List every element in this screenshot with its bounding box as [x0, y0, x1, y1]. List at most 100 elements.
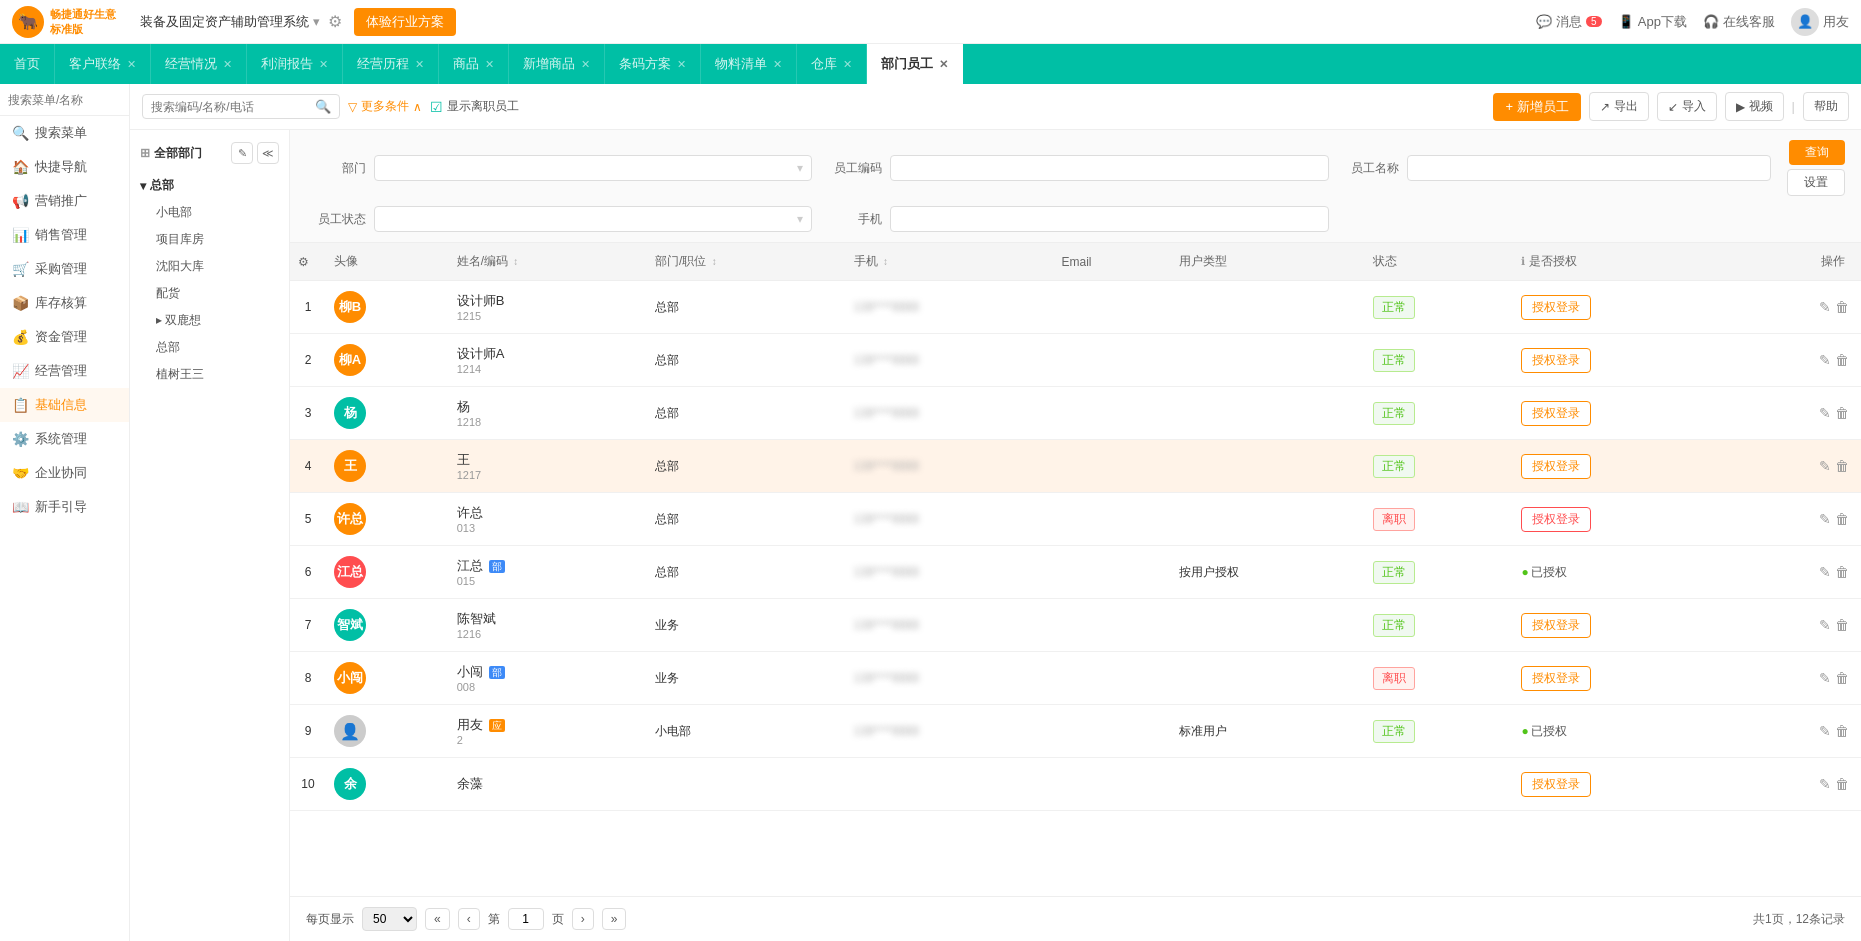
- sidebar-item-search[interactable]: 🔍搜索菜单: [0, 116, 129, 150]
- first-page-button[interactable]: «: [425, 908, 450, 930]
- dept-item-小电部[interactable]: 小电部: [130, 199, 289, 226]
- online-service-button[interactable]: 🎧 在线客服: [1703, 13, 1775, 31]
- filter-status-select[interactable]: ▾: [374, 206, 812, 232]
- edit-button[interactable]: ✎: [1819, 299, 1831, 315]
- cell-name: 杨1218: [449, 387, 647, 440]
- dept-root-item[interactable]: ▾ 总部: [130, 172, 289, 199]
- app-icon: 📱: [1618, 14, 1634, 29]
- edit-button[interactable]: ✎: [1819, 670, 1831, 686]
- auth-button[interactable]: 授权登录: [1521, 295, 1591, 320]
- cell-user-type: [1171, 440, 1365, 493]
- dept-item-总部[interactable]: 总部: [130, 334, 289, 361]
- sidebar-item-purchase[interactable]: 🛒采购管理: [0, 252, 129, 286]
- reset-button[interactable]: 设置: [1787, 169, 1845, 196]
- filter-emp-code-input[interactable]: [890, 155, 1328, 181]
- nav-tab-商品[interactable]: 商品✕: [439, 44, 509, 84]
- dept-item-沈阳大库[interactable]: 沈阳大库: [130, 253, 289, 280]
- delete-button[interactable]: 🗑: [1835, 458, 1849, 474]
- delete-button[interactable]: 🗑: [1835, 670, 1849, 686]
- content-area: ⊞ 全部部门 ✎ ≪ ▾ 总部 小电部项目库房沈阳大库配货▸ 双鹿想总部植树王三: [130, 130, 1861, 941]
- delete-button[interactable]: 🗑: [1835, 564, 1849, 580]
- filter-emp-name-input[interactable]: [1407, 155, 1771, 181]
- next-page-button[interactable]: ›: [572, 908, 594, 930]
- edit-button[interactable]: ✎: [1819, 511, 1831, 527]
- sidebar-menu: 🔍搜索菜单🏠快捷导航📢营销推广📊销售管理🛒采购管理📦库存核算💰资金管理📈经营管理…: [0, 116, 129, 524]
- export-button[interactable]: ↗ 导出: [1589, 92, 1649, 121]
- filter-dept-select[interactable]: ▾: [374, 155, 812, 181]
- dept-item-双鹿想[interactable]: ▸ 双鹿想: [130, 307, 289, 334]
- nav-tab-经营历程[interactable]: 经营历程✕: [343, 44, 439, 84]
- message-button[interactable]: 💬 消息 5: [1536, 13, 1602, 31]
- sidebar-item-system[interactable]: ⚙️系统管理: [0, 422, 129, 456]
- page-number-input[interactable]: [508, 908, 544, 930]
- more-filter-button[interactable]: ▽ 更多条件 ∧: [348, 98, 422, 115]
- edit-button[interactable]: ✎: [1819, 458, 1831, 474]
- trial-button[interactable]: 体验行业方案: [354, 8, 456, 36]
- nav-tab-仓库[interactable]: 仓库✕: [797, 44, 867, 84]
- auth-button[interactable]: 授权登录: [1521, 613, 1591, 638]
- auth-button[interactable]: 授权登录: [1521, 348, 1591, 373]
- sidebar-item-operation[interactable]: 📈经营管理: [0, 354, 129, 388]
- edit-button[interactable]: ✎: [1819, 564, 1831, 580]
- sidebar-item-marketing[interactable]: 📢营销推广: [0, 184, 129, 218]
- page-size-select[interactable]: 50 100 200: [362, 907, 417, 931]
- dept-edit-icon[interactable]: ✎: [231, 142, 253, 164]
- cell-ops: ✎🗑: [1733, 599, 1861, 652]
- view-button[interactable]: ▶ 视频: [1725, 92, 1784, 121]
- edit-button[interactable]: ✎: [1819, 352, 1831, 368]
- dept-item-植树王三[interactable]: 植树王三: [130, 361, 289, 388]
- filter-emp-code: 员工编码: [822, 140, 1328, 196]
- help-button[interactable]: 帮助: [1803, 92, 1849, 121]
- edit-button[interactable]: ✎: [1819, 617, 1831, 633]
- sidebar-item-shortcut[interactable]: 🏠快捷导航: [0, 150, 129, 184]
- sidebar-item-sales[interactable]: 📊销售管理: [0, 218, 129, 252]
- nav-tab-经营情况[interactable]: 经营情况✕: [151, 44, 247, 84]
- dept-item-配货[interactable]: 配货: [130, 280, 289, 307]
- edit-button[interactable]: ✎: [1819, 405, 1831, 421]
- dept-item-项目库房[interactable]: 项目库房: [130, 226, 289, 253]
- gear-icon[interactable]: ⚙: [328, 12, 342, 31]
- sidebar-item-corp[interactable]: 🤝企业协同: [0, 456, 129, 490]
- user-menu[interactable]: 👤 用友: [1791, 8, 1849, 36]
- delete-button[interactable]: 🗑: [1835, 776, 1849, 792]
- auth-button[interactable]: 授权登录: [1521, 401, 1591, 426]
- delete-button[interactable]: 🗑: [1835, 299, 1849, 315]
- nav-tab-客户联络[interactable]: 客户联络✕: [55, 44, 151, 84]
- delete-button[interactable]: 🗑: [1835, 617, 1849, 633]
- col-settings[interactable]: ⚙: [290, 243, 326, 281]
- delete-button[interactable]: 🗑: [1835, 723, 1849, 739]
- sidebar-item-guide[interactable]: 📖新手引导: [0, 490, 129, 524]
- nav-tab-物料清单[interactable]: 物料清单✕: [701, 44, 797, 84]
- query-button[interactable]: 查询: [1789, 140, 1845, 165]
- sidebar-search-input[interactable]: [8, 93, 130, 107]
- nav-tab-新增商品[interactable]: 新增商品✕: [509, 44, 605, 84]
- cell-name: 设计师A1214: [449, 334, 647, 387]
- cell-auth: 授权登录: [1513, 599, 1733, 652]
- sidebar-item-finance[interactable]: 💰资金管理: [0, 320, 129, 354]
- nav-tab-条码方案[interactable]: 条码方案✕: [605, 44, 701, 84]
- show-resigned-toggle[interactable]: ☑ 显示离职员工: [430, 98, 519, 115]
- app-download-button[interactable]: 📱 App下载: [1618, 13, 1687, 31]
- auth-button[interactable]: 授权登录: [1521, 772, 1591, 797]
- delete-button[interactable]: 🗑: [1835, 405, 1849, 421]
- add-employee-button[interactable]: + 新增员工: [1493, 93, 1580, 121]
- auth-button[interactable]: 授权登录: [1521, 507, 1591, 532]
- delete-button[interactable]: 🗑: [1835, 352, 1849, 368]
- search-input[interactable]: [151, 100, 311, 114]
- filter-phone-input[interactable]: [890, 206, 1328, 232]
- avatar-circle: 智斌: [334, 609, 366, 641]
- nav-tab-部门员工[interactable]: 部门员工✕: [867, 44, 963, 84]
- last-page-button[interactable]: »: [602, 908, 627, 930]
- edit-button[interactable]: ✎: [1819, 723, 1831, 739]
- nav-tab-首页[interactable]: 首页: [0, 44, 55, 84]
- sidebar-item-basic[interactable]: 📋基础信息: [0, 388, 129, 422]
- auth-button[interactable]: 授权登录: [1521, 454, 1591, 479]
- dept-collapse-icon[interactable]: ≪: [257, 142, 279, 164]
- prev-page-button[interactable]: ‹: [458, 908, 480, 930]
- nav-tab-利润报告[interactable]: 利润报告✕: [247, 44, 343, 84]
- sidebar-item-inventory[interactable]: 📦库存核算: [0, 286, 129, 320]
- edit-button[interactable]: ✎: [1819, 776, 1831, 792]
- auth-button[interactable]: 授权登录: [1521, 666, 1591, 691]
- import-button[interactable]: ↙ 导入: [1657, 92, 1717, 121]
- delete-button[interactable]: 🗑: [1835, 511, 1849, 527]
